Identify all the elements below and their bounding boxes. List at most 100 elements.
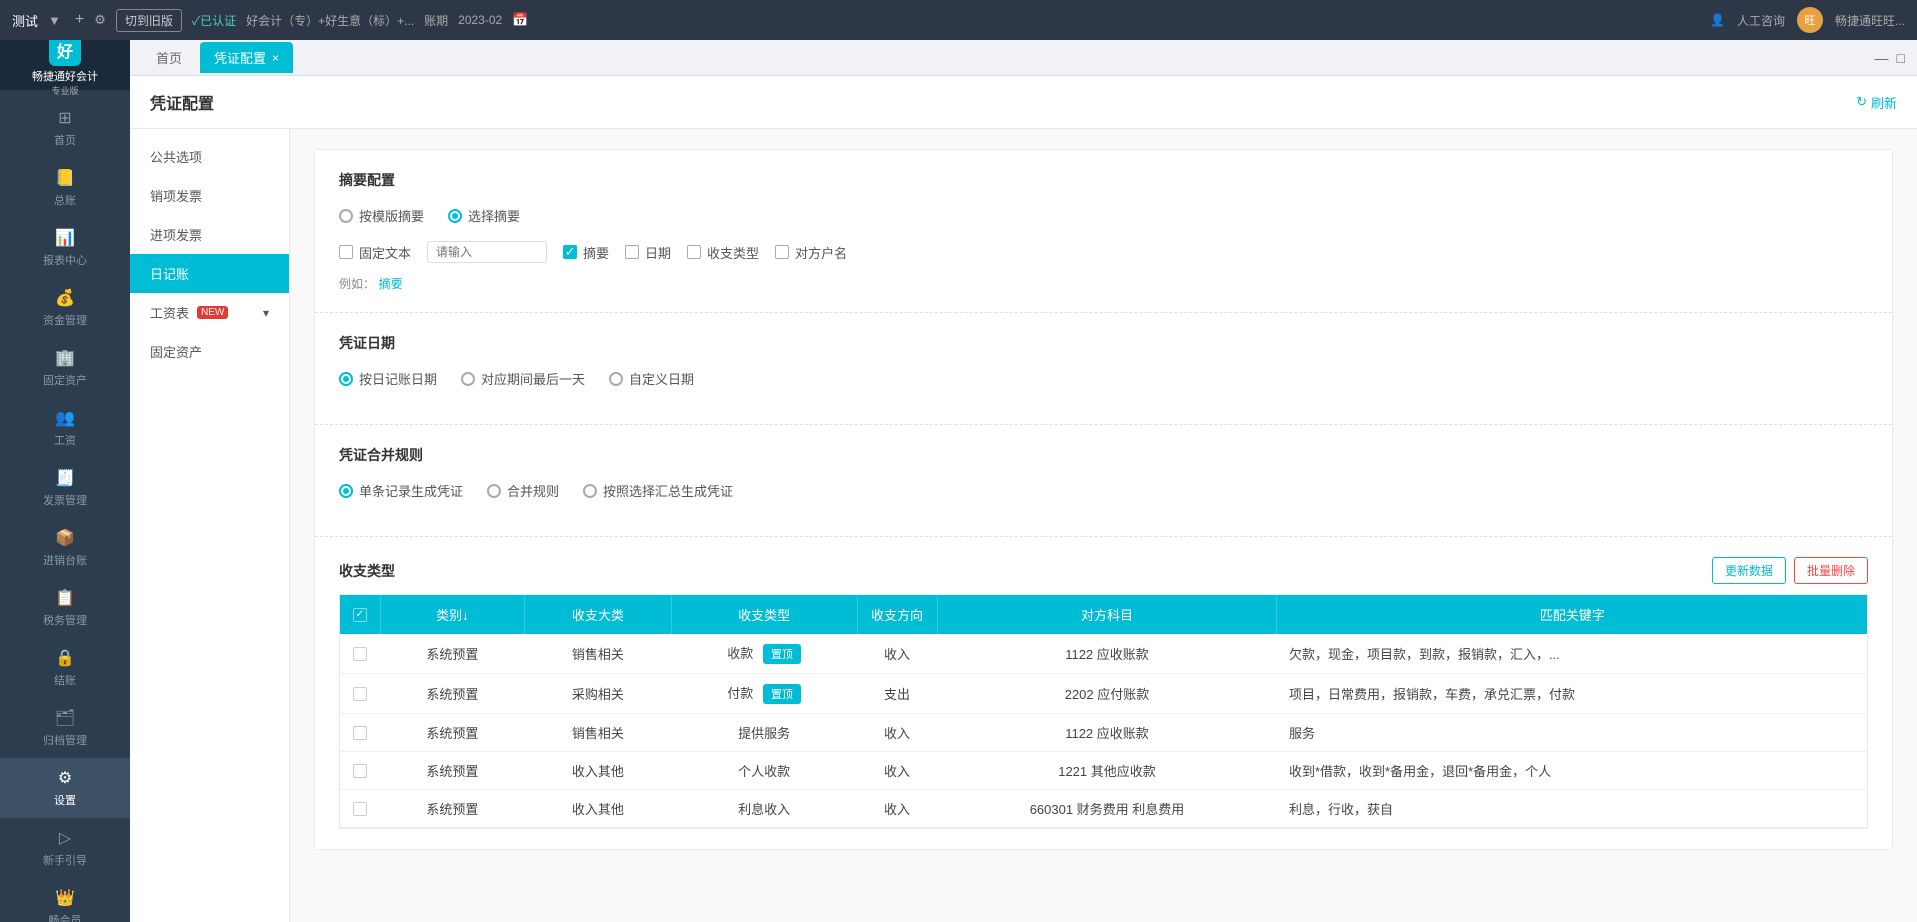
refresh-btn[interactable]: ↻ 刷新	[1856, 93, 1897, 126]
row2-checkbox[interactable]	[340, 674, 380, 714]
reports-icon: 📊	[55, 228, 75, 248]
table-row: 系统预置 采购相关 付款 置顶 支出 2202 应付账款 项目，日常	[340, 674, 1867, 714]
radio-summary-gen[interactable]: 按照选择汇总生成凭证	[583, 481, 733, 500]
row5-direction: 收入	[857, 790, 937, 828]
sidebar-item-assets[interactable]: 🏢 固定资产	[0, 338, 130, 398]
table-row: 系统预置 收入其他 利息收入 收入 660301 财务费用 利息费用 利息，行收…	[340, 790, 1867, 828]
maximize-btn[interactable]: □	[1897, 50, 1905, 66]
journal-date-circle	[339, 372, 353, 386]
sidebar-item-payroll[interactable]: 👥 工资	[0, 398, 130, 458]
radio-single[interactable]: 单条记录生成凭证	[339, 481, 463, 500]
merge-section: 凭证合并规则 单条记录生成凭证 合并规则	[315, 425, 1892, 536]
sidebar-item-member[interactable]: 👑 畅会员	[0, 878, 130, 922]
fixed-text-input[interactable]	[427, 241, 547, 263]
batch-delete-btn[interactable]: 批量删除	[1794, 557, 1868, 584]
assets-icon: 🏢	[55, 348, 75, 368]
left-nav-journal[interactable]: 日记账	[130, 254, 289, 293]
avatar[interactable]: 旺	[1797, 7, 1823, 33]
sidebar-item-settings[interactable]: ⚙ 设置	[0, 758, 130, 818]
row4-keywords: 收到*借款，收到*备用金，退回*备用金，个人	[1277, 752, 1867, 790]
row4-checkbox[interactable]	[340, 752, 380, 790]
row1-account: 1122 应收账款	[937, 634, 1277, 674]
custom-date-circle	[609, 372, 623, 386]
row3-keywords: 服务	[1277, 714, 1867, 752]
table-row: 系统预置 收入其他 个人收款 收入 1221 其他应收款 收到*借款，收到*备用…	[340, 752, 1867, 790]
period-value: 2023-02	[458, 13, 502, 27]
left-nav-fixed-assets[interactable]: 固定资产	[130, 332, 289, 371]
left-nav-sales[interactable]: 销项发票	[130, 176, 289, 215]
sidebar-item-closing[interactable]: 🔒 结账	[0, 638, 130, 698]
sidebar-item-home[interactable]: ⊞ 首页	[0, 98, 130, 158]
new-badge: NEW	[197, 306, 228, 319]
th-keywords: 匹配关键字	[1277, 595, 1867, 634]
date-radio-group: 按日记账日期 对应期间最后一天 自定义日期	[339, 369, 1868, 388]
sidebar-item-reports[interactable]: 📊 报表中心	[0, 218, 130, 278]
calendar-icon[interactable]: 📅	[512, 12, 528, 28]
checkbox-date[interactable]: 日期	[625, 243, 671, 262]
radio-custom-date[interactable]: 自定义日期	[609, 369, 694, 388]
tags-label: 好会计（专）+好生意（标）+...	[246, 12, 414, 29]
date-box	[625, 245, 639, 259]
ledger-icon: 📒	[55, 168, 75, 188]
left-nav-public[interactable]: 公共选项	[130, 137, 289, 176]
sidebar-item-ledger[interactable]: 📒 总账	[0, 158, 130, 218]
income-title: 收支类型	[339, 561, 395, 581]
tab-bar: 首页 凭证配置 × — □	[130, 40, 1917, 76]
sidebar-item-tax[interactable]: 📋 税务管理	[0, 578, 130, 638]
old-version-btn[interactable]: 切到旧版	[116, 9, 182, 32]
sidebar-item-invoice[interactable]: 🧾 发票管理	[0, 458, 130, 518]
radio-merge-rule[interactable]: 合并规则	[487, 481, 559, 500]
checkbox-fixed-text[interactable]: 固定文本	[339, 243, 411, 262]
row3-checkbox[interactable]	[340, 714, 380, 752]
top-bar: 测试 ▼ + ⚙ 切到旧版 ✓已认证 好会计（专）+好生意（标）+... 账期 …	[0, 0, 1917, 40]
sidebar-item-funds[interactable]: 💰 资金管理	[0, 278, 130, 338]
left-nav-purchase-inv[interactable]: 进项发票	[130, 215, 289, 254]
radio-period-last[interactable]: 对应期间最后一天	[461, 369, 585, 388]
row2-account: 2202 应付账款	[937, 674, 1277, 714]
sidebar-item-archive[interactable]: 🗂 归档管理	[0, 698, 130, 758]
settings-sidebar-icon: ⚙	[58, 768, 72, 788]
expand-icon: ▾	[263, 306, 269, 320]
sidebar-item-guide[interactable]: ▷ 新手引导	[0, 818, 130, 878]
consult-label[interactable]: 人工咨询	[1737, 12, 1785, 29]
left-nav-payroll-sheet[interactable]: 工资表 NEW ▾	[130, 293, 289, 332]
tab-home[interactable]: 首页	[142, 42, 196, 73]
payroll-icon: 👥	[55, 408, 75, 428]
checkbox-counterpart[interactable]: 对方户名	[775, 243, 847, 262]
member-icon: 👑	[55, 888, 75, 908]
checkbox-abstract[interactable]: ✓ 摘要	[563, 243, 609, 262]
single-circle	[339, 484, 353, 498]
radio-journal-date[interactable]: 按日记账日期	[339, 369, 437, 388]
left-nav: 公共选项 销项发票 进项发票 日记账 工资表 NEW ▾ 固定资产	[130, 129, 290, 922]
page-title: 凭证配置	[150, 90, 214, 128]
sidebar-item-purchase[interactable]: 📦 进销台账	[0, 518, 130, 578]
add-icon[interactable]: +	[75, 11, 84, 29]
row1-category: 系统预置	[380, 634, 525, 674]
radio-choose-circle	[448, 209, 462, 223]
row1-major: 销售相关	[525, 634, 672, 674]
th-checkbox[interactable]: ✓	[340, 595, 380, 634]
tab-close-icon[interactable]: ×	[272, 51, 279, 65]
row5-category: 系统预置	[380, 790, 525, 828]
summary-section: 摘要配置 按模版摘要 选择摘要	[315, 150, 1892, 312]
row2-keywords: 项目，日常费用，报销款，车费，承兑汇票，付款	[1277, 674, 1867, 714]
tab-home-label: 首页	[156, 48, 182, 67]
row2-tag-btn[interactable]: 置顶	[763, 684, 801, 704]
radio-choose[interactable]: 选择摘要	[448, 206, 520, 225]
checkbox-type[interactable]: 收支类型	[687, 243, 759, 262]
settings-icon[interactable]: ⚙	[94, 12, 106, 28]
dropdown-icon[interactable]: ▼	[48, 13, 61, 28]
row1-checkbox[interactable]	[340, 634, 380, 674]
row1-keywords: 欠款，现金，项目款，到款，报销款，汇入，...	[1277, 634, 1867, 674]
tab-voucher[interactable]: 凭证配置 ×	[200, 42, 293, 73]
consult-icon[interactable]: 👤	[1710, 13, 1725, 27]
minimize-btn[interactable]: —	[1875, 50, 1889, 66]
period-label: 账期	[424, 12, 448, 29]
row4-type: 个人收款	[671, 752, 857, 790]
update-data-btn[interactable]: 更新数据	[1712, 557, 1786, 584]
radio-template[interactable]: 按模版摘要	[339, 206, 424, 225]
row1-tag-btn[interactable]: 置顶	[763, 644, 801, 664]
row5-major: 收入其他	[525, 790, 672, 828]
checkbox-row: 固定文本 ✓ 摘要 日期	[339, 241, 1868, 263]
row5-checkbox[interactable]	[340, 790, 380, 828]
